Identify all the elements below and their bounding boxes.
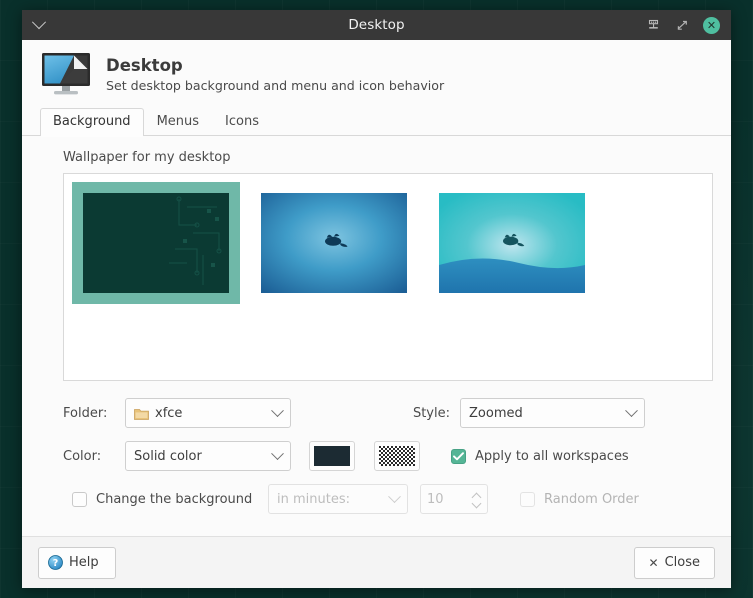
style-value: Zoomed (469, 405, 523, 421)
solid-color-swatch (314, 446, 350, 466)
checkbox-unchecked-icon (520, 491, 535, 507)
checkbox-unchecked-icon (72, 491, 87, 507)
tab-background[interactable]: Background (40, 108, 144, 137)
tab-bar: Background Menus Icons (22, 107, 731, 137)
folder-icon (134, 407, 149, 420)
window-menu-button[interactable] (26, 12, 52, 38)
folder-combobox[interactable]: xfce (125, 398, 291, 428)
maximize-icon (677, 20, 687, 30)
spinner-arrows[interactable] (472, 493, 481, 506)
wallpaper-item-blue-mouse[interactable] (250, 182, 418, 304)
dialog-header-texts: Desktop Set desktop background and menu … (106, 56, 444, 93)
help-circle-icon: ? (48, 555, 63, 570)
window-titlebar[interactable]: Desktop ✕ (22, 10, 731, 40)
interval-unit-value: in minutes: (277, 491, 350, 507)
change-background-checkbox[interactable]: Change the background (63, 491, 268, 507)
wallpaper-item-teal-mouse[interactable] (428, 182, 596, 304)
change-background-label: Change the background (96, 491, 253, 507)
background-options: Folder: xfce Style: Zoomed Color: Solid … (63, 395, 713, 517)
apply-to-all-workspaces-label: Apply to all workspaces (475, 448, 629, 464)
apply-to-all-workspaces-checkbox[interactable]: Apply to all workspaces (451, 448, 629, 464)
chevron-down-icon (271, 403, 284, 417)
chevron-down-icon (271, 446, 284, 460)
desktop-settings-window: Desktop ✕ Desktop Set desktop background… (22, 10, 731, 588)
random-order-checkbox[interactable]: Random Order (520, 491, 639, 507)
maximize-button[interactable] (674, 17, 691, 34)
close-dialog-label: Close (664, 555, 700, 570)
window-controls: ✕ (645, 16, 731, 34)
folder-style-row: Folder: xfce Style: Zoomed (63, 395, 713, 431)
interval-value: 10 (427, 491, 444, 507)
folder-label: Folder: (63, 405, 108, 421)
color-mode-value: Solid color (134, 448, 202, 464)
color-label: Color: (63, 448, 102, 464)
color-row: Color: Solid color Apply to all workspac… (63, 438, 713, 474)
dark-teal-wallpaper (83, 193, 229, 293)
help-button-label: Help (69, 555, 99, 570)
blue-mouse-wallpaper (261, 193, 407, 293)
page-title: Desktop (106, 55, 183, 75)
teal-mouse-wallpaper (439, 193, 585, 293)
close-icon: ✕ (706, 18, 717, 32)
random-order-label: Random Order (544, 491, 639, 507)
interval-unit-combobox[interactable]: in minutes: (268, 484, 408, 514)
tab-icons[interactable]: Icons (212, 108, 272, 136)
wallpaper-item-dark-teal[interactable] (72, 182, 240, 304)
wallpaper-frame-label: Wallpaper for my desktop (63, 150, 231, 165)
chevron-down-icon (625, 403, 638, 417)
folder-value: xfce (155, 405, 183, 421)
spinner-up-icon[interactable] (472, 493, 481, 498)
window-title: Desktop (348, 17, 405, 33)
wallpaper-list[interactable] (63, 173, 713, 381)
transparent-color-swatch (379, 446, 415, 466)
color-mode-combobox[interactable]: Solid color (125, 441, 291, 471)
close-dialog-button[interactable]: ✕ Close (633, 546, 715, 579)
close-button[interactable]: ✕ (703, 16, 720, 34)
chevron-down-icon (388, 489, 401, 503)
minimize-button[interactable] (645, 17, 662, 34)
spinner-down-icon[interactable] (472, 501, 481, 506)
dialog-header: Desktop Set desktop background and menu … (22, 40, 731, 107)
solid-color-swatch-button[interactable] (309, 441, 355, 471)
minimize-icon (648, 19, 659, 28)
style-label: Style: (412, 405, 450, 421)
dialog-footer: ? Help ✕ Close (22, 536, 731, 588)
svg-text:?: ? (53, 558, 59, 569)
help-button[interactable]: ? Help (38, 546, 116, 579)
desktop-monitor-icon (40, 51, 92, 97)
checkbox-checked-icon (451, 448, 466, 464)
transparent-color-swatch-button[interactable] (374, 441, 420, 471)
page-subtitle: Set desktop background and menu and icon… (106, 77, 445, 93)
interval-value-spinner[interactable]: 10 (420, 484, 488, 514)
chevron-down-icon (31, 15, 47, 30)
tab-menus[interactable]: Menus (144, 108, 212, 136)
x-icon: ✕ (648, 555, 659, 570)
background-tab-panel: Wallpaper for my desktop Folder: xfce St… (22, 136, 731, 536)
style-combobox[interactable]: Zoomed (460, 398, 645, 428)
change-background-row: Change the background in minutes: 10 Ran… (63, 481, 713, 517)
